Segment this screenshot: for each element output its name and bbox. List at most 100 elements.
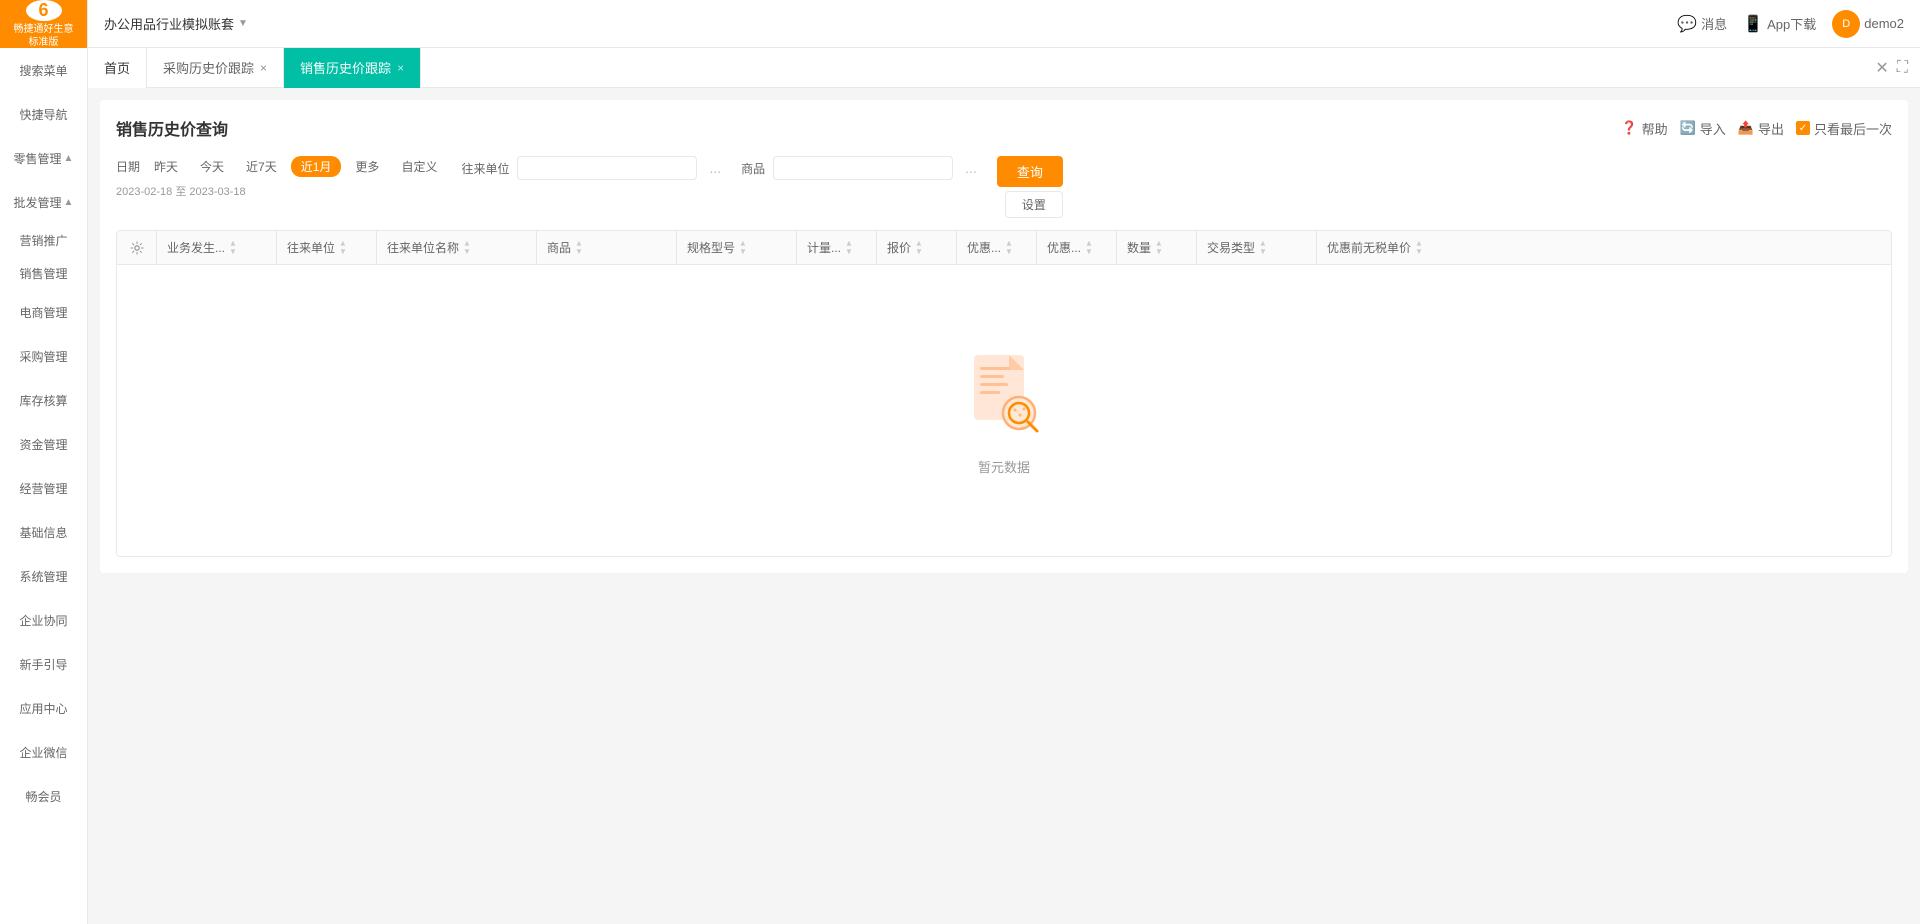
date-btn-yesterday[interactable]: 昨天 xyxy=(146,156,186,177)
sort-goods[interactable]: ▼ ▼ xyxy=(575,239,583,256)
app-selector[interactable]: 办公用品行业模拟账套 ▼ xyxy=(104,14,248,33)
sidebar-operation-label: 经营管理 xyxy=(19,480,67,497)
sidebar-item-finance[interactable]: 资金管理 xyxy=(0,422,87,466)
app-download-label: App下载 xyxy=(1767,14,1816,33)
sort-price-down: ▼ xyxy=(915,248,923,256)
date-filter-row: 日期 昨天 今天 近7天 近1月 更多 自定义 xyxy=(116,156,445,177)
sort-unit-up: ▼ xyxy=(845,239,853,247)
th-discount1[interactable]: 优惠... ▼ ▼ xyxy=(957,231,1037,264)
sort-discount1[interactable]: ▼ ▼ xyxy=(1005,239,1013,256)
wholesale-arrow: ▲ xyxy=(64,197,74,208)
date-btn-today[interactable]: 今天 xyxy=(192,156,232,177)
tab-purchase-close[interactable]: × xyxy=(260,61,267,75)
sort-trade[interactable]: ▼ ▼ xyxy=(1259,239,1267,256)
th-partner[interactable]: 往来单位 ▼ ▼ xyxy=(277,231,377,264)
message-label: 消息 xyxy=(1701,14,1727,33)
sort-qty[interactable]: ▼ ▼ xyxy=(1155,239,1163,256)
th-biz-date[interactable]: 业务发生... ▼ ▼ xyxy=(157,231,277,264)
settings-button[interactable]: 设置 xyxy=(1005,191,1063,218)
check-mark: ✓ xyxy=(1799,123,1807,134)
header-right: 💬 消息 📱 App下载 D demo2 xyxy=(1677,10,1904,38)
th-qty-label: 数量 xyxy=(1127,239,1151,256)
th-qty[interactable]: 数量 ▼ ▼ xyxy=(1117,231,1197,264)
sort-unit-down: ▼ xyxy=(845,248,853,256)
empty-svg xyxy=(954,345,1054,445)
sort-spec[interactable]: ▼ ▼ xyxy=(739,239,747,256)
query-button[interactable]: 查询 xyxy=(997,156,1063,187)
tab-sales-close[interactable]: × xyxy=(397,61,404,75)
sidebar-item-search[interactable]: 搜索菜单 xyxy=(0,48,87,92)
tab-home[interactable]: 首页 xyxy=(88,48,147,88)
goods-input[interactable] xyxy=(773,156,953,180)
sidebar-item-apps[interactable]: 应用中心 xyxy=(0,686,87,730)
import-icon: 🔄 xyxy=(1680,120,1696,136)
sidebar-retail-label: 零售管理 xyxy=(14,150,62,167)
sidebar-item-marketing[interactable]: 营销推广 xyxy=(0,224,87,257)
sort-biz[interactable]: ▼ ▼ xyxy=(229,239,237,256)
sidebar-item-enterprise[interactable]: 企业协同 xyxy=(0,598,87,642)
app-download-button[interactable]: 📱 App下载 xyxy=(1743,14,1816,34)
date-btn-more[interactable]: 更多 xyxy=(347,156,387,177)
th-trade-type[interactable]: 交易类型 ▼ ▼ xyxy=(1197,231,1317,264)
th-partner-name[interactable]: 往来单位名称 ▼ ▼ xyxy=(377,231,537,264)
only-last-checkbox[interactable]: ✓ 只看最后一次 xyxy=(1796,119,1892,138)
sort-partner-name[interactable]: ▼ ▼ xyxy=(463,239,471,256)
settings-gear-icon xyxy=(130,241,144,255)
th-unit[interactable]: 计量... ▼ ▼ xyxy=(797,231,877,264)
th-settings[interactable] xyxy=(117,231,157,264)
user-menu[interactable]: D demo2 xyxy=(1832,10,1904,38)
th-goods[interactable]: 商品 ▼ ▼ xyxy=(537,231,677,264)
sort-d2-up: ▼ xyxy=(1085,239,1093,247)
th-price-label: 报价 xyxy=(887,239,911,256)
th-price[interactable]: 报价 ▼ ▼ xyxy=(877,231,957,264)
th-pretax-price[interactable]: 优惠前无税单价 ▼ ▼ xyxy=(1317,231,1891,264)
avatar: D xyxy=(1832,10,1860,38)
empty-state: 暂元数据 xyxy=(117,265,1891,556)
sidebar-item-retail[interactable]: 零售管理 ▲ xyxy=(0,136,87,180)
goods-filter: 商品 ... xyxy=(741,156,981,180)
sidebar-item-inventory[interactable]: 库存核算 xyxy=(0,378,87,422)
sort-pretax[interactable]: ▼ ▼ xyxy=(1415,239,1423,256)
sort-d1-up: ▼ xyxy=(1005,239,1013,247)
th-discount2[interactable]: 优惠... ▼ ▼ xyxy=(1037,231,1117,264)
partner-input[interactable] xyxy=(517,156,697,180)
sidebar-item-wholesale[interactable]: 批发管理 ▲ xyxy=(0,180,87,224)
sort-trade-up: ▼ xyxy=(1259,239,1267,247)
sort-qty-up: ▼ xyxy=(1155,239,1163,247)
message-button[interactable]: 💬 消息 xyxy=(1677,14,1727,34)
export-button[interactable]: 📤 导出 xyxy=(1738,119,1784,138)
date-btn-7days[interactable]: 近7天 xyxy=(238,156,285,177)
sort-price[interactable]: ▼ ▼ xyxy=(915,239,923,256)
sidebar-wechat-label: 企业微信 xyxy=(19,744,67,761)
sidebar-item-guide[interactable]: 新手引导 xyxy=(0,642,87,686)
th-spec[interactable]: 规格型号 ▼ ▼ xyxy=(677,231,797,264)
sort-goods-up: ▼ xyxy=(575,239,583,247)
main-content: 办公用品行业模拟账套 ▼ 💬 消息 📱 App下载 D demo2 首页 采购历… xyxy=(88,0,1920,924)
sidebar-item-member[interactable]: 畅会员 xyxy=(0,774,87,818)
sidebar-item-wechat[interactable]: 企业微信 xyxy=(0,730,87,774)
sidebar-item-sales-mgmt[interactable]: 销售管理 xyxy=(0,257,87,290)
date-btn-1month[interactable]: 近1月 xyxy=(291,156,342,177)
tab-sales[interactable]: 销售历史价跟踪 × xyxy=(284,48,421,88)
sidebar-item-system[interactable]: 系统管理 xyxy=(0,554,87,598)
tab-home-label: 首页 xyxy=(104,58,130,77)
sort-discount2[interactable]: ▼ ▼ xyxy=(1085,239,1093,256)
tab-fullscreen-button[interactable]: ⛶ xyxy=(1897,59,1908,77)
sidebar-item-purchase[interactable]: 采购管理 xyxy=(0,334,87,378)
sort-partner[interactable]: ▼ ▼ xyxy=(339,239,347,256)
date-btn-custom[interactable]: 自定义 xyxy=(393,156,445,177)
sidebar-inventory-label: 库存核算 xyxy=(19,392,67,409)
sidebar-apps-label: 应用中心 xyxy=(19,700,67,717)
tab-purchase[interactable]: 采购历史价跟踪 × xyxy=(147,48,284,88)
sort-unit[interactable]: ▼ ▼ xyxy=(845,239,853,256)
import-button[interactable]: 🔄 导入 xyxy=(1680,119,1726,138)
sidebar-item-operation[interactable]: 经营管理 xyxy=(0,466,87,510)
header-left: 办公用品行业模拟账套 ▼ xyxy=(104,14,248,33)
help-button[interactable]: ❓ 帮助 xyxy=(1621,119,1667,138)
tab-close-all-button[interactable]: ✕ xyxy=(1875,58,1888,78)
page-card: 销售历史价查询 ❓ 帮助 🔄 导入 📤 导出 xyxy=(100,100,1908,573)
query-btn-group: 查询 设置 xyxy=(997,156,1063,218)
sidebar-item-quicknav[interactable]: 快捷导航 xyxy=(0,92,87,136)
sidebar-item-ecommerce[interactable]: 电商管理 xyxy=(0,290,87,334)
sidebar-item-basic[interactable]: 基础信息 xyxy=(0,510,87,554)
